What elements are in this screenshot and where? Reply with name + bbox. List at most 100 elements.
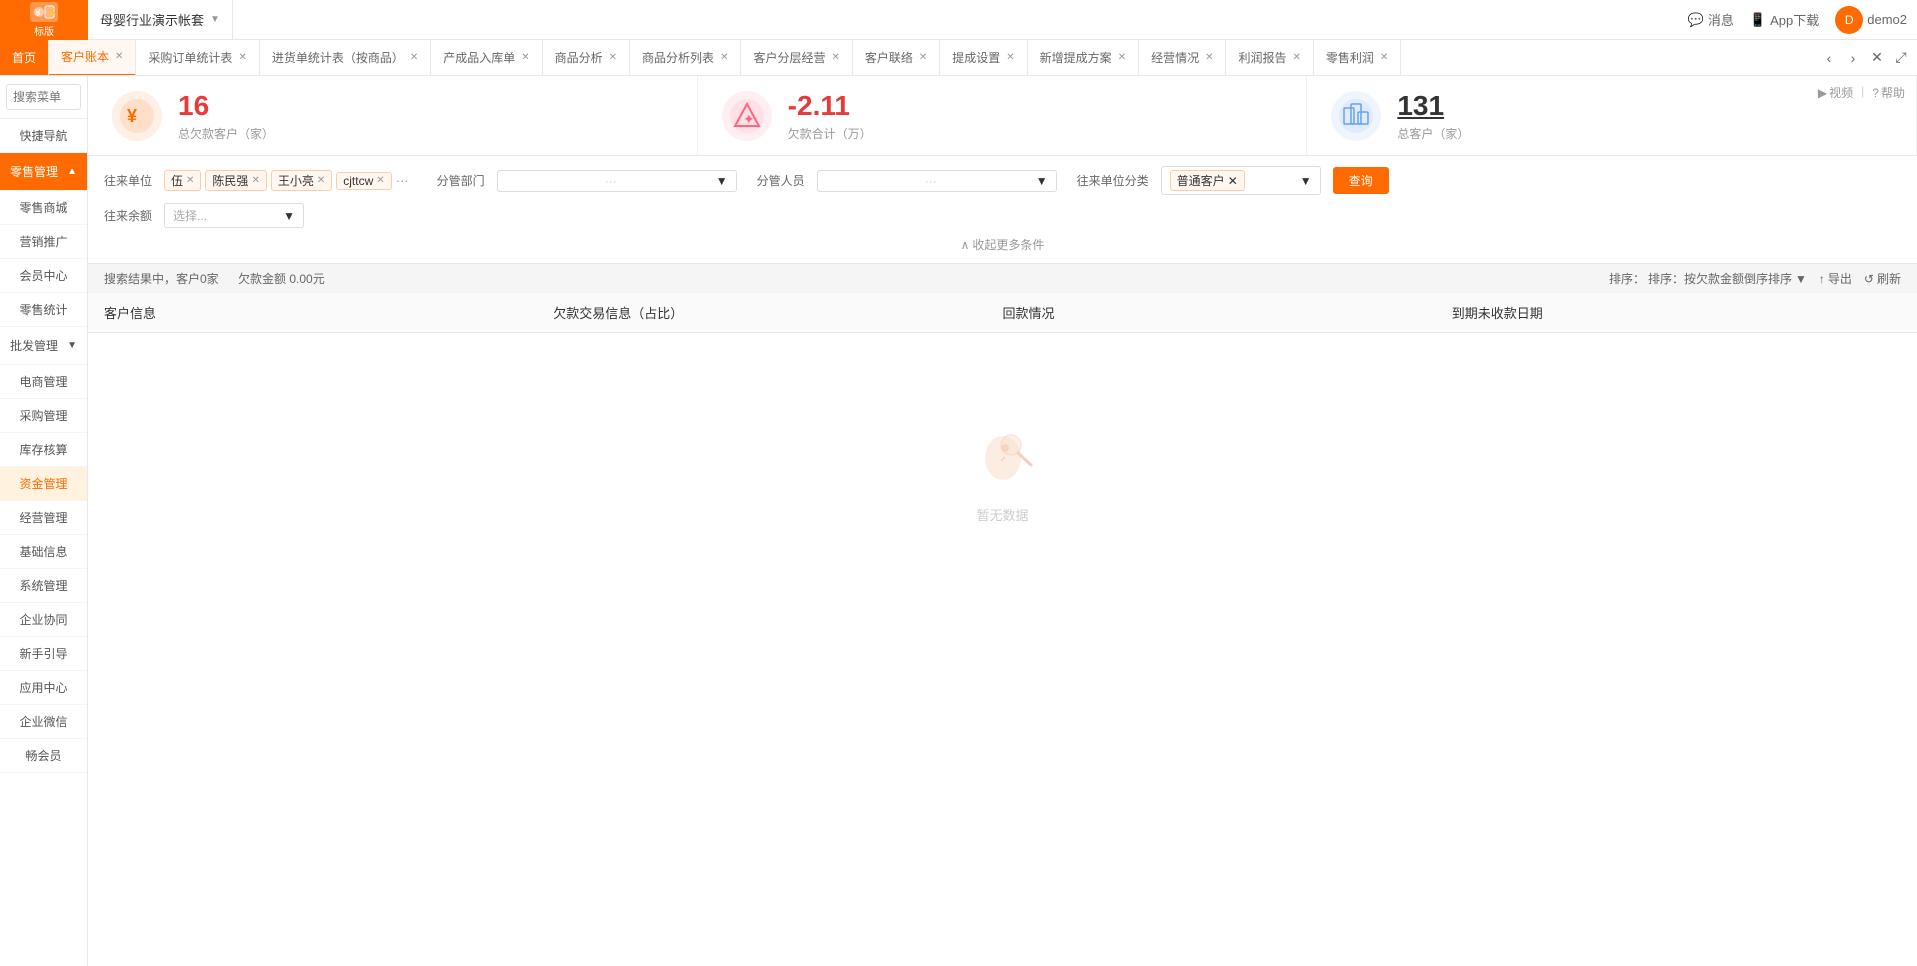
filter-tag-chen: 陈民强 ✕	[205, 170, 266, 191]
sidebar-item-batch-mgmt[interactable]: 批发管理 ▼	[0, 327, 87, 365]
sidebar-item-enterprise-wechat[interactable]: 企业微信	[0, 705, 87, 739]
filter-label-person: 分管人员	[757, 172, 805, 189]
refresh-button[interactable]: ↺ 刷新	[1864, 270, 1901, 287]
sidebar-item-app-center[interactable]: 应用中心	[0, 671, 87, 705]
tab-customer-tier[interactable]: 客户分层经营 ✕	[741, 40, 852, 76]
filter-select-person[interactable]: ··· ▼	[817, 170, 1057, 192]
tab-accounts[interactable]: 客户账本 ✕	[49, 40, 136, 76]
table-header: 客户信息 欠款交易信息（占比） 回款情况 到期未收款日期	[88, 293, 1917, 333]
collapse-filters-button[interactable]: ∧ 收起更多条件	[961, 236, 1045, 253]
sidebar-item-member-center[interactable]: 会员中心	[0, 259, 87, 293]
tab-customer-contact[interactable]: 客户联络 ✕	[853, 40, 940, 76]
more-tags-button[interactable]: ···	[396, 173, 409, 188]
sidebar: 快捷导航 零售管理 ▲ 零售商城 营销推广 会员中心 零售统计 批发管理 ▼ 电…	[0, 76, 88, 966]
logo-area[interactable]: ¥ ⚡ 标版	[0, 0, 88, 40]
debt-text: 欠款金额 0.00元	[238, 272, 325, 286]
close-icon[interactable]: ✕	[831, 52, 839, 63]
stat-icon-pink: ✦	[722, 91, 772, 141]
close-icon[interactable]: ✕	[238, 52, 246, 63]
close-icon[interactable]: ✕	[1118, 52, 1126, 63]
result-text: 搜索结果中，客户0家	[104, 272, 219, 286]
sidebar-item-biz-mgmt[interactable]: 经营管理	[0, 501, 87, 535]
sidebar-item-system-mgmt[interactable]: 系统管理	[0, 569, 87, 603]
sidebar-item-retail-mgmt[interactable]: 零售管理 ▲	[0, 153, 87, 191]
sidebar-item-ecom-mgmt[interactable]: 电商管理	[0, 365, 87, 399]
sidebar-item-enterprise-coop[interactable]: 企业协同	[0, 603, 87, 637]
tab-biz-situation[interactable]: 经营情况 ✕	[1139, 40, 1226, 76]
sidebar-item-finance-mgmt[interactable]: 资金管理	[0, 467, 87, 501]
close-icon[interactable]: ✕	[1205, 52, 1213, 63]
close-icon[interactable]: ✕	[720, 52, 728, 63]
sidebar-item-marketing[interactable]: 营销推广	[0, 225, 87, 259]
stat-value-customers2: 131	[1397, 89, 1469, 123]
stats-bar: ¥ 16 总欠款客户（家） ✦ -2.11	[88, 76, 1917, 156]
close-icon[interactable]: ✕	[1006, 52, 1014, 63]
download-icon: 📱	[1750, 12, 1766, 28]
query-button[interactable]: 查询	[1333, 167, 1389, 194]
close-icon[interactable]: ✕	[1380, 52, 1388, 63]
help-link[interactable]: ? 帮助	[1872, 84, 1905, 101]
tab-cost-inbound[interactable]: 产成品入库单 ✕	[431, 40, 542, 76]
remove-tag-chen-button[interactable]: ✕	[251, 175, 259, 186]
company-selector[interactable]: 母婴行业演示帐套 ▼	[88, 0, 233, 39]
stat-label-customers2: 总客户（家）	[1397, 125, 1469, 142]
close-icon[interactable]: ✕	[410, 52, 418, 63]
tab-product-analysis-list[interactable]: 商品分析列表 ✕	[630, 40, 741, 76]
filter-tag-wang: 王小亮 ✕	[271, 170, 332, 191]
close-icon[interactable]: ✕	[115, 51, 123, 62]
close-icon[interactable]: ✕	[609, 52, 617, 63]
export-button[interactable]: ↑ 导出	[1819, 270, 1852, 287]
close-icon[interactable]: ✕	[1293, 52, 1301, 63]
main-layout: 快捷导航 零售管理 ▲ 零售商城 营销推广 会员中心 零售统计 批发管理 ▼ 电…	[0, 76, 1917, 966]
tab-inbound-stats[interactable]: 进货单统计表（按商品） ✕	[260, 40, 431, 76]
col-header-debt: 欠款交易信息（占比）	[553, 303, 1002, 322]
filter-select-dept[interactable]: ··· ▼	[497, 170, 737, 192]
sidebar-item-retail-mall[interactable]: 零售商城	[0, 191, 87, 225]
close-icon[interactable]: ✕	[919, 52, 927, 63]
app-download-button[interactable]: 📱 App下载	[1750, 10, 1819, 29]
sidebar-item-retail-stats[interactable]: 零售统计	[0, 293, 87, 327]
empty-text: 暂无数据	[976, 505, 1028, 524]
top-bar: ¥ ⚡ 标版 母婴行业演示帐套 ▼ 💬 消息 📱 App下载 D demo2	[0, 0, 1917, 40]
nav-close-all-button[interactable]: ✕	[1865, 46, 1889, 70]
remove-class-tag-button[interactable]: ✕	[1228, 174, 1238, 188]
tab-product-analysis[interactable]: 商品分析 ✕	[543, 40, 630, 76]
logo-icon: ¥ ⚡	[30, 2, 58, 22]
remove-tag-wu-button[interactable]: ✕	[186, 175, 194, 186]
remove-tag-wang-button[interactable]: ✕	[317, 175, 325, 186]
nav-expand-button[interactable]: ⤢	[1889, 46, 1913, 70]
stat-icon-blue	[1331, 91, 1381, 141]
col-header-customer: 客户信息	[104, 303, 553, 322]
filter-select-balance[interactable]: 选择... ▼	[164, 203, 304, 228]
sidebar-item-inventory[interactable]: 库存核算	[0, 433, 87, 467]
sidebar-item-quick-nav[interactable]: 快捷导航	[0, 119, 87, 153]
nav-next-button[interactable]: ›	[1841, 46, 1865, 70]
search-input[interactable]	[6, 84, 81, 110]
nav-prev-button[interactable]: ‹	[1817, 46, 1841, 70]
sidebar-item-basic-info[interactable]: 基础信息	[0, 535, 87, 569]
tab-promotion-settings[interactable]: 提成设置 ✕	[940, 40, 1027, 76]
sidebar-item-purchase-mgmt[interactable]: 采购管理	[0, 399, 87, 433]
sort-select[interactable]: 排序： 排序：按欠款金额倒序排序 ▼	[1609, 270, 1807, 287]
filter-label-balance: 往来余额	[104, 207, 152, 224]
video-link[interactable]: ▶ 视频	[1818, 84, 1853, 101]
user-avatar[interactable]: D demo2	[1835, 6, 1907, 34]
sidebar-item-new-user-guide[interactable]: 新手引导	[0, 637, 87, 671]
tab-purchase-orders[interactable]: 采购订单统计表 ✕	[136, 40, 259, 76]
filter-select-unit-class[interactable]: 普通客户 ✕ ▼	[1161, 166, 1321, 195]
filter-tags-unit: 伍 ✕ 陈民强 ✕ 王小亮 ✕ cjttcw ✕ ···	[164, 170, 409, 191]
remove-tag-cjttcw-button[interactable]: ✕	[376, 175, 384, 186]
close-icon[interactable]: ✕	[521, 52, 529, 63]
tab-home[interactable]: 首页	[0, 40, 49, 76]
help-icon: ?	[1872, 86, 1879, 100]
export-icon: ↑	[1819, 272, 1825, 286]
tab-new-scheme[interactable]: 新增提成方案 ✕	[1028, 40, 1139, 76]
sidebar-item-pro-member[interactable]: 畅会员	[0, 739, 87, 773]
svg-text:¥: ¥	[34, 8, 41, 19]
tab-retail-profit[interactable]: 零售利润 ✕	[1314, 40, 1401, 76]
tab-profit-report[interactable]: 利润报告 ✕	[1226, 40, 1313, 76]
message-button[interactable]: 💬 消息	[1688, 10, 1734, 29]
message-icon: 💬	[1688, 12, 1704, 28]
stat-label-customers: 总欠款客户（家）	[178, 125, 274, 142]
filter-label-dept: 分管部门	[437, 172, 485, 189]
